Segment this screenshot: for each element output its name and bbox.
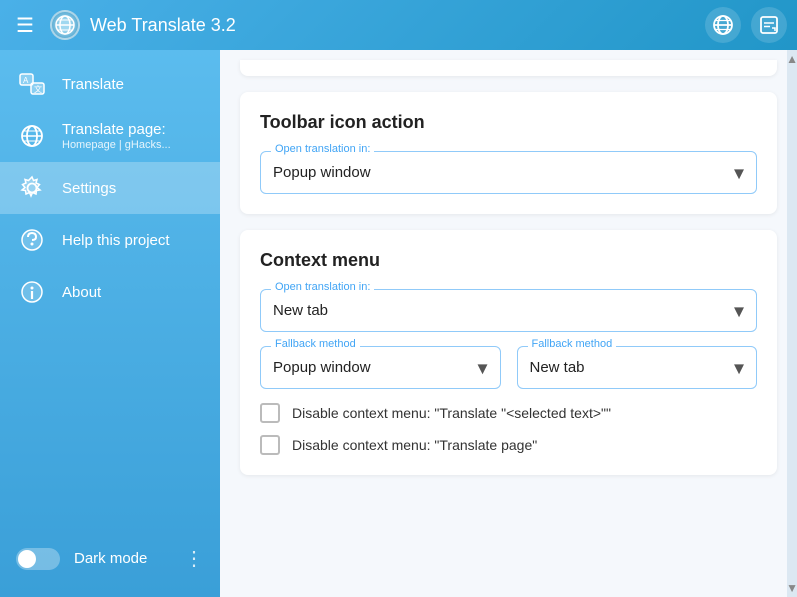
translate-label: Translate <box>62 76 124 93</box>
fallback-left-value: Popup window <box>273 353 460 382</box>
app-title: Web Translate 3.2 <box>90 15 695 36</box>
checkbox-2-label: Disable context menu: "Translate page" <box>292 437 537 453</box>
translate-icon: A 文 <box>16 68 48 100</box>
context-open-translation-value: New tab <box>273 296 716 325</box>
fallback-right-label: Fallback method <box>528 338 617 350</box>
context-menu-section-title: Context menu <box>260 250 757 271</box>
context-open-translation-arrow: ▾ <box>734 298 744 323</box>
fallback-right-value: New tab <box>530 353 717 382</box>
top-partial-section <box>240 60 777 76</box>
settings-icon <box>16 172 48 204</box>
svg-text:A: A <box>23 76 29 85</box>
content-inner: Toolbar icon action Open translation in:… <box>220 50 797 511</box>
translate-page-icon <box>16 120 48 152</box>
toolbar-section: Toolbar icon action Open translation in:… <box>240 92 777 214</box>
checkbox-row-2: Disable context menu: "Translate page" <box>260 435 757 455</box>
help-label: Help this project <box>62 232 170 249</box>
translate-page-label: Translate page: <box>62 121 166 138</box>
fallback-left-select[interactable]: Fallback method Popup window ▾ <box>260 346 501 389</box>
context-open-translation-label: Open translation in: <box>271 281 374 293</box>
fallback-row: Fallback method Popup window ▾ Fallback … <box>260 346 757 389</box>
svg-text:文: 文 <box>34 84 42 94</box>
about-icon <box>16 276 48 308</box>
toolbar-section-title: Toolbar icon action <box>260 112 757 133</box>
help-icon <box>16 224 48 256</box>
scroll-up-arrow[interactable]: ▲ <box>786 52 797 66</box>
app-logo <box>50 10 80 40</box>
translate-page-sublabel: Homepage | gHacks... <box>62 139 171 151</box>
header-action-icons <box>705 7 787 43</box>
app-header: ☰ Web Translate 3.2 <box>0 0 797 50</box>
sidebar-item-about[interactable]: About <box>0 266 220 318</box>
edit-icon-btn[interactable] <box>751 7 787 43</box>
checkbox-2[interactable] <box>260 435 280 455</box>
checkbox-row-1: Disable context menu: "Translate "<selec… <box>260 403 757 423</box>
settings-label: Settings <box>62 180 116 197</box>
checkbox-1-label: Disable context menu: "Translate "<selec… <box>292 405 611 421</box>
globe-icon-btn[interactable] <box>705 7 741 43</box>
toolbar-open-translation-select[interactable]: Open translation in: Popup window ▾ <box>260 151 757 194</box>
sidebar-bottom: Dark mode ⋮ <box>0 528 220 589</box>
fallback-right-select[interactable]: Fallback method New tab ▾ <box>517 346 758 389</box>
context-menu-section: Context menu Open translation in: New ta… <box>240 230 777 475</box>
sidebar-item-help[interactable]: Help this project <box>0 214 220 266</box>
fallback-left-arrow: ▾ <box>477 355 487 380</box>
toggle-knob <box>18 550 36 568</box>
main-layout: A 文 Translate Translate page: Homepage |… <box>0 50 797 597</box>
menu-icon[interactable]: ☰ <box>10 13 40 38</box>
sidebar: A 文 Translate Translate page: Homepage |… <box>0 50 220 597</box>
toolbar-open-translation-arrow: ▾ <box>734 160 744 185</box>
toolbar-open-translation-value: Popup window <box>273 158 716 187</box>
dark-mode-label: Dark mode <box>74 550 170 567</box>
context-open-translation-select[interactable]: Open translation in: New tab ▾ <box>260 289 757 332</box>
dark-mode-row: Dark mode ⋮ <box>0 536 220 581</box>
sidebar-item-settings[interactable]: Settings <box>0 162 220 214</box>
toolbar-open-translation-label: Open translation in: <box>271 143 374 155</box>
more-options-icon[interactable]: ⋮ <box>184 546 204 571</box>
sidebar-item-translate[interactable]: A 文 Translate <box>0 58 220 110</box>
content-area: Toolbar icon action Open translation in:… <box>220 50 797 597</box>
scroll-down-arrow[interactable]: ▼ <box>786 581 797 595</box>
scrollbar[interactable]: ▲ ▼ <box>787 50 797 597</box>
about-label: About <box>62 284 101 301</box>
dark-mode-toggle[interactable] <box>16 548 60 570</box>
checkbox-1[interactable] <box>260 403 280 423</box>
sidebar-item-translate-page[interactable]: Translate page: Homepage | gHacks... <box>0 110 220 162</box>
fallback-left-label: Fallback method <box>271 338 360 350</box>
fallback-right-arrow: ▾ <box>734 355 744 380</box>
